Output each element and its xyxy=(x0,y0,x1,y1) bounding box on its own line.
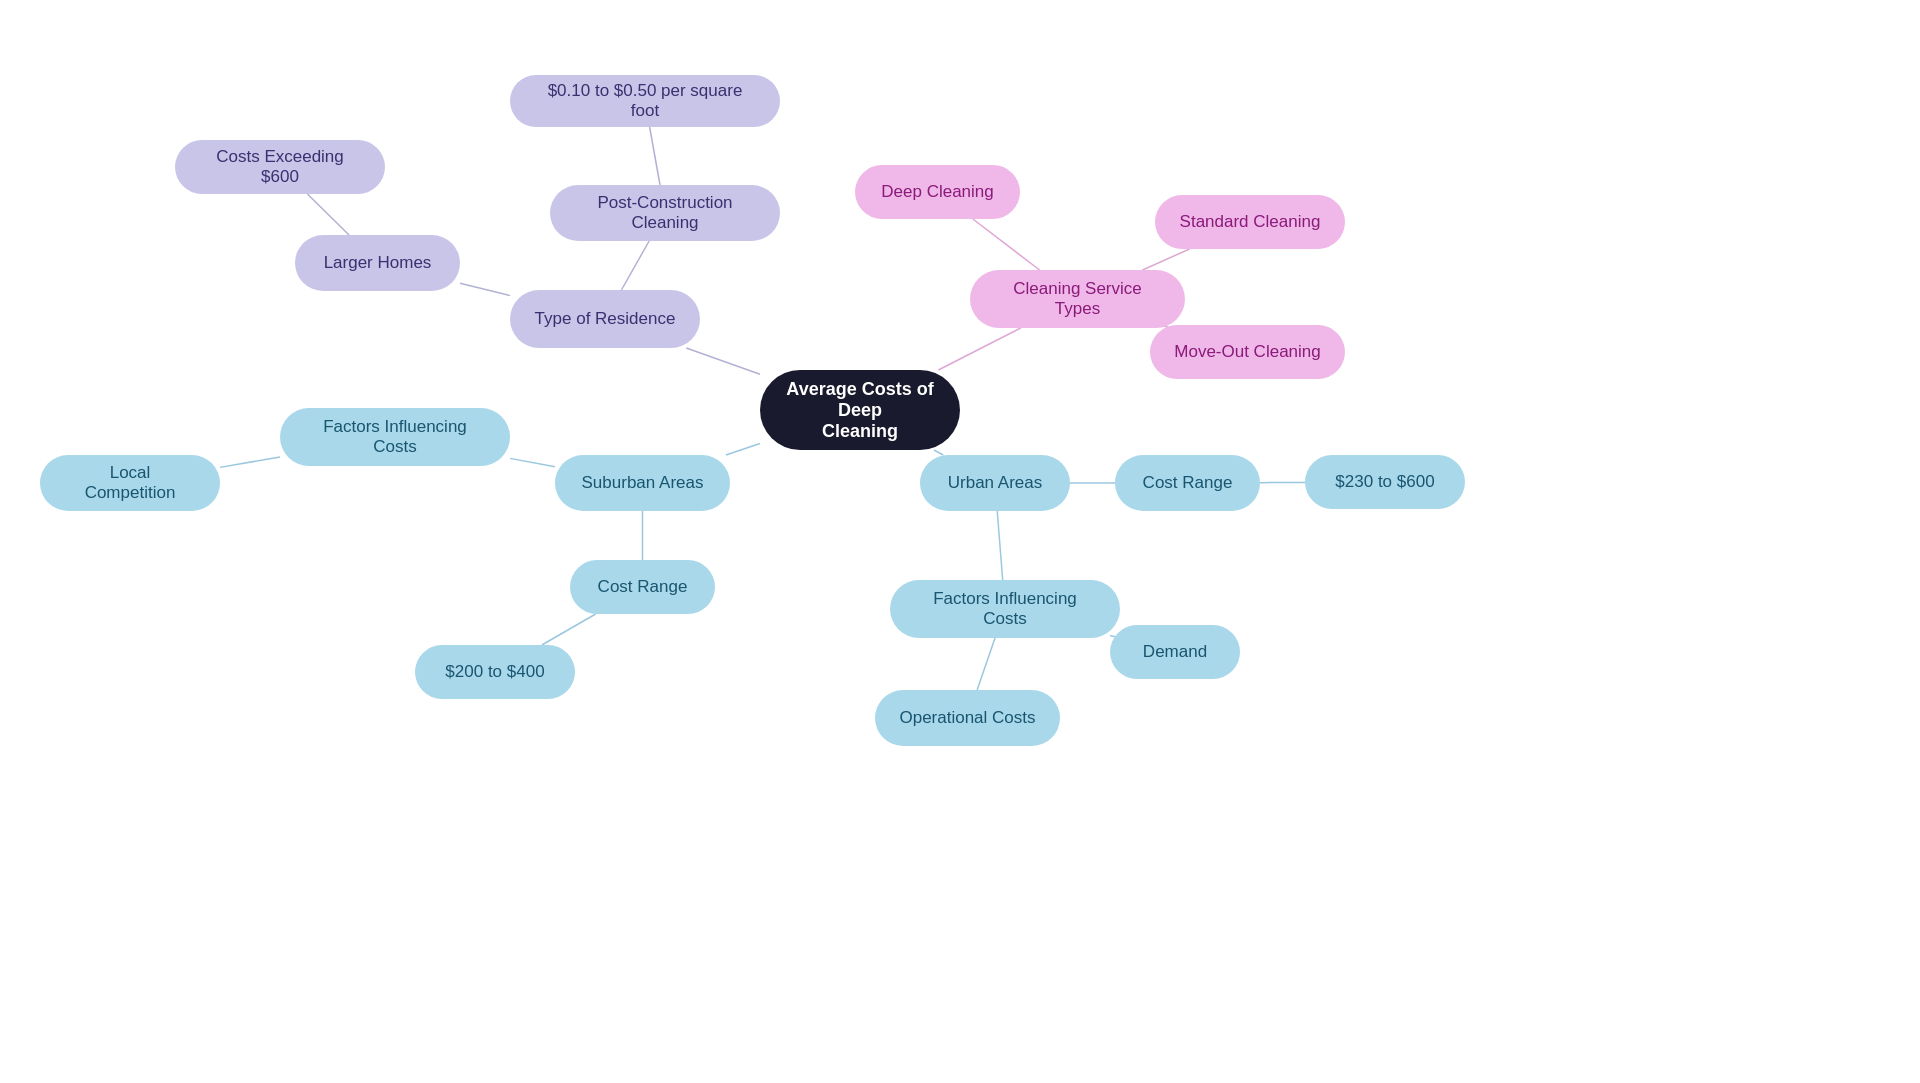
urban-areas-label: Urban Areas xyxy=(948,473,1043,493)
costs-exceeding-node: Costs Exceeding $600 xyxy=(175,140,385,194)
factors-influencing-costs-2-node: Factors Influencing Costs xyxy=(890,580,1120,638)
standard-cleaning-label: Standard Cleaning xyxy=(1180,212,1321,232)
urban-cost-value-node: $230 to $600 xyxy=(1305,455,1465,509)
svg-line-0 xyxy=(686,348,760,374)
move-out-cleaning-node: Move-Out Cleaning xyxy=(1150,325,1345,379)
suburban-cost-value-node: $200 to $400 xyxy=(415,645,575,699)
demand-label: Demand xyxy=(1143,642,1207,662)
demand-node: Demand xyxy=(1110,625,1240,679)
center-label: Average Costs of Deep Cleaning xyxy=(782,379,938,442)
factors-influencing-costs-1-label: Factors Influencing Costs xyxy=(302,417,488,457)
deep-cleaning-label: Deep Cleaning xyxy=(881,182,993,202)
svg-line-10 xyxy=(510,458,555,466)
larger-homes-label: Larger Homes xyxy=(324,253,432,273)
svg-line-7 xyxy=(1142,249,1189,270)
cleaning-service-types-node: Cleaning Service Types xyxy=(970,270,1185,328)
local-competition-label: Local Competition xyxy=(62,463,198,503)
suburban-areas-label: Suburban Areas xyxy=(582,473,704,493)
svg-line-18 xyxy=(977,638,995,690)
svg-line-14 xyxy=(934,450,943,455)
svg-line-2 xyxy=(650,127,660,185)
post-construction-label: Post-Construction Cleaning xyxy=(572,193,758,233)
move-out-cleaning-label: Move-Out Cleaning xyxy=(1174,342,1320,362)
svg-line-9 xyxy=(726,444,760,455)
cost-range-suburban-label: Cost Range xyxy=(598,577,688,597)
local-competition-node: Local Competition xyxy=(40,455,220,511)
post-construction-node: Post-Construction Cleaning xyxy=(550,185,780,241)
sqft-cost-node: $0.10 to $0.50 per square foot xyxy=(510,75,780,127)
cost-range-urban-label: Cost Range xyxy=(1143,473,1233,493)
cost-range-urban-node: Cost Range xyxy=(1115,455,1260,511)
factors-influencing-costs-1-node: Factors Influencing Costs xyxy=(280,408,510,466)
deep-cleaning-node: Deep Cleaning xyxy=(855,165,1020,219)
svg-line-13 xyxy=(542,614,596,645)
svg-line-1 xyxy=(621,241,649,290)
sqft-cost-label: $0.10 to $0.50 per square foot xyxy=(532,81,758,121)
factors-influencing-costs-2-label: Factors Influencing Costs xyxy=(912,589,1098,629)
cost-range-suburban-node: Cost Range xyxy=(570,560,715,614)
operational-costs-node: Operational Costs xyxy=(875,690,1060,746)
svg-line-4 xyxy=(307,194,349,235)
svg-line-17 xyxy=(997,511,1002,580)
type-of-residence-label: Type of Residence xyxy=(535,309,676,329)
svg-line-5 xyxy=(938,328,1020,370)
standard-cleaning-node: Standard Cleaning xyxy=(1155,195,1345,249)
svg-line-3 xyxy=(460,283,510,295)
type-of-residence-node: Type of Residence xyxy=(510,290,700,348)
urban-areas-node: Urban Areas xyxy=(920,455,1070,511)
suburban-areas-node: Suburban Areas xyxy=(555,455,730,511)
larger-homes-node: Larger Homes xyxy=(295,235,460,291)
svg-line-6 xyxy=(973,219,1040,270)
urban-cost-value-label: $230 to $600 xyxy=(1335,472,1434,492)
svg-line-11 xyxy=(220,457,280,467)
cleaning-service-types-label: Cleaning Service Types xyxy=(992,279,1163,319)
operational-costs-label: Operational Costs xyxy=(899,708,1035,728)
suburban-cost-value-label: $200 to $400 xyxy=(445,662,544,682)
costs-exceeding-label: Costs Exceeding $600 xyxy=(197,147,363,187)
center-node: Average Costs of Deep Cleaning xyxy=(760,370,960,450)
